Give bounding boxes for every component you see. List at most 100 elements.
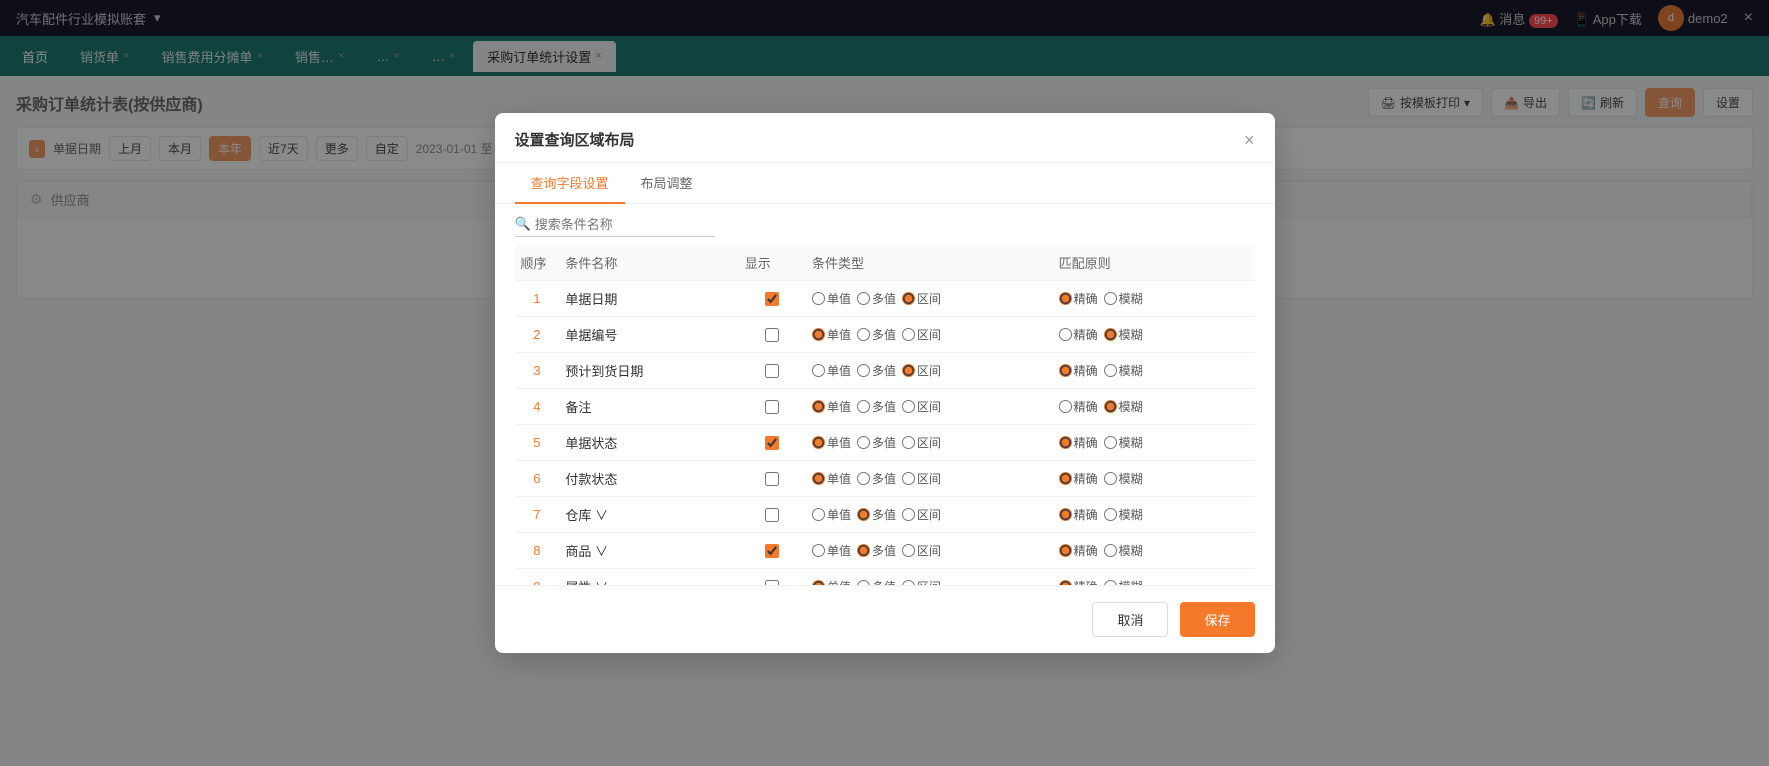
- row-name-5: 付款状态: [559, 461, 738, 497]
- row-match-option-4-0[interactable]: 精确: [1059, 434, 1098, 451]
- table-row: 7仓库 ∨单值多值区间精确模糊: [515, 497, 1255, 533]
- row-type-option-7-2[interactable]: 区间: [902, 542, 941, 559]
- row-show-checkbox-3[interactable]: [765, 400, 779, 414]
- row-type-option-5-0[interactable]: 单值: [812, 470, 851, 487]
- table-row: 2单据编号单值多值区间精确模糊: [515, 317, 1255, 353]
- row-name-2: 预计到货日期: [559, 353, 738, 389]
- row-match-option-8-0[interactable]: 精确: [1059, 578, 1098, 585]
- modal-tab-layout[interactable]: 布局调整: [625, 163, 709, 204]
- row-match-8: 精确模糊: [1053, 569, 1255, 586]
- modal-close-button[interactable]: ×: [1244, 131, 1255, 149]
- modal-table: 顺序 条件名称 显示 条件类型 匹配原则 1单据日期单值多值区间精确模糊2单据编…: [515, 245, 1255, 585]
- save-button[interactable]: 保存: [1180, 602, 1254, 637]
- row-type-option-1-0[interactable]: 单值: [812, 326, 851, 343]
- row-match-option-5-1[interactable]: 模糊: [1104, 470, 1143, 487]
- row-show-6: [739, 497, 806, 533]
- row-show-checkbox-5[interactable]: [765, 472, 779, 486]
- row-show-checkbox-4[interactable]: [765, 436, 779, 450]
- row-type-option-7-0[interactable]: 单值: [812, 542, 851, 559]
- search-input[interactable]: [535, 217, 695, 232]
- row-match-7: 精确模糊: [1053, 533, 1255, 569]
- row-type-option-2-2[interactable]: 区间: [902, 362, 941, 379]
- row-show-7: [739, 533, 806, 569]
- row-type-option-0-1[interactable]: 多值: [857, 290, 896, 307]
- row-match-option-2-1[interactable]: 模糊: [1104, 362, 1143, 379]
- row-type-option-8-2[interactable]: 区间: [902, 578, 941, 585]
- row-match-option-0-0[interactable]: 精确: [1059, 290, 1098, 307]
- col-header-match: 匹配原则: [1053, 245, 1255, 281]
- row-show-checkbox-1[interactable]: [765, 328, 779, 342]
- row-type-option-4-1[interactable]: 多值: [857, 434, 896, 451]
- row-type-option-7-1[interactable]: 多值: [857, 542, 896, 559]
- modal-overlay: 设置查询区域布局 × 查询字段设置 布局调整 🔍 顺序: [0, 0, 1769, 766]
- modal-tab-query-fields[interactable]: 查询字段设置: [515, 163, 625, 204]
- row-show-checkbox-2[interactable]: [765, 364, 779, 378]
- row-type-option-6-1[interactable]: 多值: [857, 506, 896, 523]
- row-type-option-8-1[interactable]: 多值: [857, 578, 896, 585]
- table-row: 8商品 ∨单值多值区间精确模糊: [515, 533, 1255, 569]
- row-type-option-2-1[interactable]: 多值: [857, 362, 896, 379]
- row-match-option-0-1[interactable]: 模糊: [1104, 290, 1143, 307]
- table-row: 5单据状态单值多值区间精确模糊: [515, 425, 1255, 461]
- row-type-6: 单值多值区间: [806, 497, 1053, 533]
- row-match-option-1-0[interactable]: 精确: [1059, 326, 1098, 343]
- col-header-type: 条件类型: [806, 245, 1053, 281]
- row-type-option-5-1[interactable]: 多值: [857, 470, 896, 487]
- row-name-8: 属性 ∨: [559, 569, 738, 586]
- row-match-2: 精确模糊: [1053, 353, 1255, 389]
- row-type-option-1-2[interactable]: 区间: [902, 326, 941, 343]
- row-match-option-7-1[interactable]: 模糊: [1104, 542, 1143, 559]
- row-show-checkbox-0[interactable]: [765, 292, 779, 306]
- row-seq-6: 7: [515, 497, 560, 533]
- row-type-option-3-1[interactable]: 多值: [857, 398, 896, 415]
- row-show-checkbox-7[interactable]: [765, 544, 779, 558]
- row-type-option-6-2[interactable]: 区间: [902, 506, 941, 523]
- row-match-option-5-0[interactable]: 精确: [1059, 470, 1098, 487]
- row-match-option-1-1[interactable]: 模糊: [1104, 326, 1143, 343]
- row-type-option-8-0[interactable]: 单值: [812, 578, 851, 585]
- col-header-name: 条件名称: [559, 245, 738, 281]
- row-seq-2: 3: [515, 353, 560, 389]
- row-match-3: 精确模糊: [1053, 389, 1255, 425]
- row-type-option-2-0[interactable]: 单值: [812, 362, 851, 379]
- row-type-option-0-2[interactable]: 区间: [902, 290, 941, 307]
- row-type-option-3-2[interactable]: 区间: [902, 398, 941, 415]
- table-row: 4备注单值多值区间精确模糊: [515, 389, 1255, 425]
- cancel-button[interactable]: 取消: [1092, 602, 1168, 637]
- row-type-option-0-0[interactable]: 单值: [812, 290, 851, 307]
- row-match-option-4-1[interactable]: 模糊: [1104, 434, 1143, 451]
- row-match-option-3-1[interactable]: 模糊: [1104, 398, 1143, 415]
- row-type-option-6-0[interactable]: 单值: [812, 506, 851, 523]
- row-match-option-8-1[interactable]: 模糊: [1104, 578, 1143, 585]
- row-type-3: 单值多值区间: [806, 389, 1053, 425]
- row-match-option-6-0[interactable]: 精确: [1059, 506, 1098, 523]
- row-match-option-6-1[interactable]: 模糊: [1104, 506, 1143, 523]
- row-type-2: 单值多值区间: [806, 353, 1053, 389]
- table-row: 6付款状态 单值多值区间 精确模糊: [515, 461, 1255, 497]
- table-row: 9属性 ∨单值多值区间精确模糊: [515, 569, 1255, 586]
- row-match-option-3-0[interactable]: 精确: [1059, 398, 1098, 415]
- row-show-8: [739, 569, 806, 586]
- row-match-4: 精确模糊: [1053, 425, 1255, 461]
- row-show-checkbox-6[interactable]: [765, 508, 779, 522]
- row-name-6: 仓库 ∨: [559, 497, 738, 533]
- row-seq-4: 5: [515, 425, 560, 461]
- modal-header: 设置查询区域布局 ×: [495, 113, 1275, 163]
- row-type-option-5-2[interactable]: 区间: [902, 470, 941, 487]
- row-type-4: 单值多值区间: [806, 425, 1053, 461]
- row-type-0: 单值多值区间: [806, 281, 1053, 317]
- row-name-1: 单据编号: [559, 317, 738, 353]
- row-type-option-4-2[interactable]: 区间: [902, 434, 941, 451]
- col-header-seq: 顺序: [515, 245, 560, 281]
- row-type-option-4-0[interactable]: 单值: [812, 434, 851, 451]
- search-icon: 🔍: [515, 216, 531, 232]
- row-match-option-7-0[interactable]: 精确: [1059, 542, 1098, 559]
- row-name-4: 单据状态: [559, 425, 738, 461]
- row-type-option-3-0[interactable]: 单值: [812, 398, 851, 415]
- row-type-option-1-1[interactable]: 多值: [857, 326, 896, 343]
- row-match-option-2-0[interactable]: 精确: [1059, 362, 1098, 379]
- row-match-6: 精确模糊: [1053, 497, 1255, 533]
- row-seq-5: 6: [515, 461, 560, 497]
- row-match-5: 精确模糊: [1053, 461, 1255, 497]
- row-seq-7: 8: [515, 533, 560, 569]
